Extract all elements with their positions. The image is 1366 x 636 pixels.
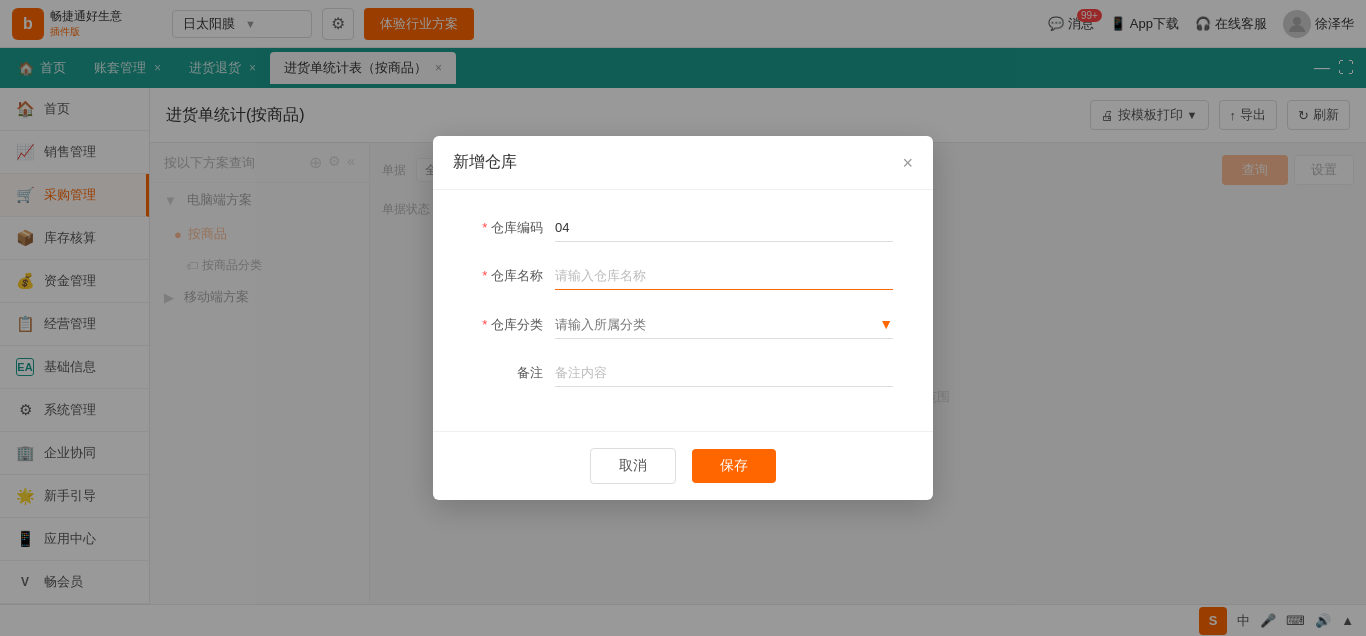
category-input[interactable] <box>555 317 879 332</box>
name-input[interactable] <box>555 262 893 290</box>
form-row-name: 仓库名称 <box>473 262 893 290</box>
main-layout: 🏠 首页 📈 销售管理 🛒 采购管理 📦 库存核算 💰 资金管理 📋 经营管理 … <box>0 88 1366 636</box>
note-label: 备注 <box>473 364 543 382</box>
modal-header: 新增仓库 × <box>433 136 933 190</box>
modal-overlay[interactable]: 新增仓库 × 仓库编码 仓库名称 仓库分类 <box>150 88 1366 636</box>
category-select[interactable]: ▼ <box>555 310 893 339</box>
add-warehouse-modal: 新增仓库 × 仓库编码 仓库名称 仓库分类 <box>433 136 933 500</box>
name-label: 仓库名称 <box>473 267 543 285</box>
cancel-button[interactable]: 取消 <box>590 448 676 484</box>
code-input[interactable] <box>555 214 893 242</box>
content-area: 进货单统计(按商品) 🖨 按模板打印 ▼ ↑ 导出 ↻ 刷新 <box>150 88 1366 636</box>
chevron-down-icon: ▼ <box>879 316 893 332</box>
form-row-code: 仓库编码 <box>473 214 893 242</box>
category-label: 仓库分类 <box>473 316 543 334</box>
save-button[interactable]: 保存 <box>692 449 776 483</box>
modal-title: 新增仓库 <box>453 152 517 173</box>
modal-footer: 取消 保存 <box>433 431 933 500</box>
note-input[interactable] <box>555 359 893 387</box>
form-row-category: 仓库分类 ▼ <box>473 310 893 339</box>
modal-close-button[interactable]: × <box>902 154 913 172</box>
modal-body: 仓库编码 仓库名称 仓库分类 ▼ <box>433 190 933 431</box>
code-label: 仓库编码 <box>473 219 543 237</box>
form-row-note: 备注 <box>473 359 893 387</box>
